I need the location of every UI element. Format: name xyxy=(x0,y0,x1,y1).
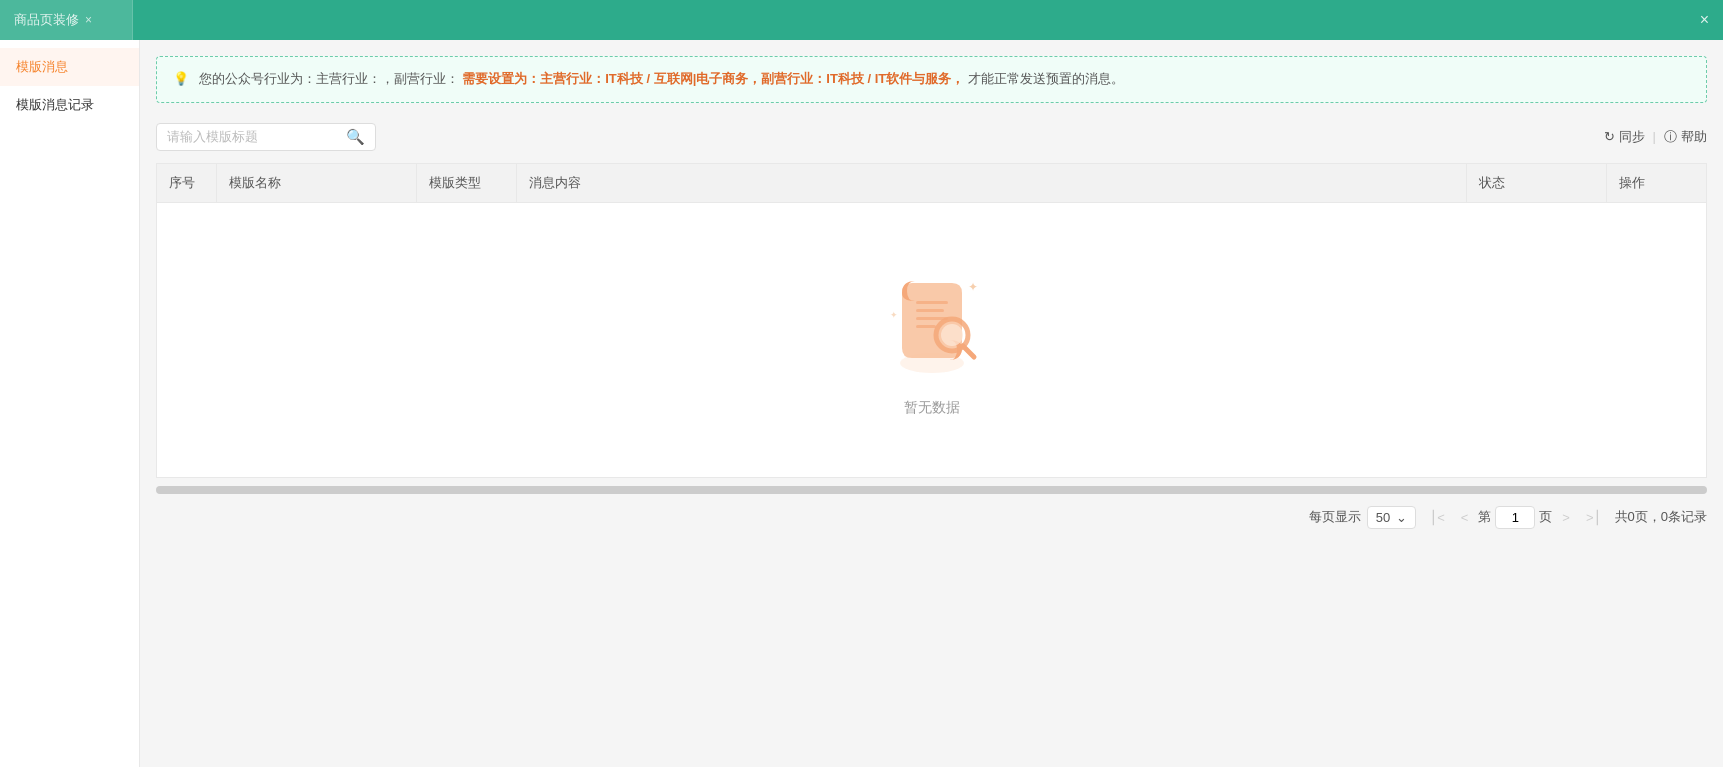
col-header-type: 模版类型 xyxy=(417,163,517,202)
help-icon: ⓘ xyxy=(1664,128,1677,146)
info-banner: 💡 您的公众号行业为：主营行业：，副营行业： 需要设置为：主营行业：IT科技 /… xyxy=(156,56,1707,103)
help-button[interactable]: ⓘ 帮助 xyxy=(1664,128,1707,146)
first-page-button[interactable]: ⎮< xyxy=(1424,508,1451,527)
empty-illustration: ✦ ✦ xyxy=(872,263,992,383)
nav-tab-product-decor[interactable]: 商品页装修 × xyxy=(0,0,133,40)
search-bar: 🔍 ↻ 同步 | ⓘ 帮助 xyxy=(156,123,1707,151)
page-size-value: 50 xyxy=(1376,510,1390,525)
page-size-label: 每页显示 xyxy=(1309,508,1361,526)
table-header: 序号模版名称模版类型消息内容状态操作 xyxy=(157,163,1707,202)
svg-text:✦: ✦ xyxy=(890,310,898,320)
close-all-button[interactable]: × xyxy=(1686,11,1723,29)
svg-rect-2 xyxy=(916,309,944,312)
page-total: 共0页，0条记录 xyxy=(1615,508,1707,526)
col-header-action: 操作 xyxy=(1607,163,1707,202)
svg-rect-1 xyxy=(916,301,948,304)
pagination: 每页显示 50 ⌄ ⎮< < 第 页 > >⎮ 共0页，0条记录 xyxy=(156,506,1707,529)
search-input[interactable] xyxy=(167,129,346,144)
svg-line-7 xyxy=(963,346,974,357)
page-nav: ⎮< < 第 页 > >⎮ xyxy=(1424,506,1606,529)
page-input-wrap: 第 页 xyxy=(1478,506,1552,529)
col-header-seq: 序号 xyxy=(157,163,217,202)
svg-rect-4 xyxy=(916,325,936,328)
sync-icon: ↻ xyxy=(1604,129,1615,144)
info-highlight: 需要设置为：主营行业：IT科技 / 互联网|电子商务，副营行业：IT科技 / I… xyxy=(462,71,964,86)
table-header-row: 序号模版名称模版类型消息内容状态操作 xyxy=(157,163,1707,202)
sidebar-item-template-msg-log[interactable]: 模版消息记录 xyxy=(0,86,139,124)
col-header-content: 消息内容 xyxy=(517,163,1467,202)
empty-state: ✦ ✦ 暂无数据 xyxy=(157,203,1706,477)
page-unit-label: 页 xyxy=(1539,508,1552,526)
sidebar: 模版消息模版消息记录 xyxy=(0,40,140,767)
bulb-icon: 💡 xyxy=(173,71,189,86)
table-body: ✦ ✦ 暂无数据 xyxy=(157,202,1707,477)
info-suffix: 才能正常发送预置的消息。 xyxy=(968,71,1124,86)
last-page-button[interactable]: >⎮ xyxy=(1580,508,1607,527)
main-layout: 模版消息模版消息记录 💡 您的公众号行业为：主营行业：，副营行业： 需要设置为：… xyxy=(0,40,1723,767)
empty-row: ✦ ✦ 暂无数据 xyxy=(157,202,1707,477)
nav-tabs-container: 首页微商城店铺设置×商品分类设置×首页装修×商品页装修×店铺主题×开通公众号商城… xyxy=(0,0,133,40)
nav-tab-label-product-decor: 商品页装修 xyxy=(14,11,79,29)
page-size-select[interactable]: 50 ⌄ xyxy=(1367,506,1416,529)
col-header-status: 状态 xyxy=(1467,163,1607,202)
sync-label: 同步 xyxy=(1619,128,1645,146)
data-table: 序号模版名称模版类型消息内容状态操作 xyxy=(156,163,1707,478)
prev-page-button[interactable]: < xyxy=(1455,508,1475,527)
svg-text:✦: ✦ xyxy=(968,280,978,294)
info-prefix: 您的公众号行业为：主营行业：，副营行业： xyxy=(199,71,459,86)
empty-text: 暂无数据 xyxy=(177,399,1686,417)
search-icon[interactable]: 🔍 xyxy=(346,128,365,146)
chevron-down-icon: ⌄ xyxy=(1396,510,1407,525)
svg-point-6 xyxy=(941,324,963,346)
col-header-name: 模版名称 xyxy=(217,163,417,202)
help-label: 帮助 xyxy=(1681,128,1707,146)
content-area: 💡 您的公众号行业为：主营行业：，副营行业： 需要设置为：主营行业：IT科技 /… xyxy=(140,40,1723,767)
page-number-input[interactable] xyxy=(1495,506,1535,529)
horizontal-scrollbar[interactable] xyxy=(156,486,1707,494)
page-size-wrap: 每页显示 50 ⌄ xyxy=(1309,506,1416,529)
nav-tab-close-product-decor[interactable]: × xyxy=(85,13,92,27)
page-di-label: 第 xyxy=(1478,508,1491,526)
sidebar-item-template-msg[interactable]: 模版消息 xyxy=(0,48,139,86)
sidebar-items-container: 模版消息模版消息记录 xyxy=(0,48,139,124)
search-input-wrap[interactable]: 🔍 xyxy=(156,123,376,151)
sync-button[interactable]: ↻ 同步 xyxy=(1604,128,1645,146)
toolbar-divider: | xyxy=(1653,129,1656,144)
next-page-button[interactable]: > xyxy=(1556,508,1576,527)
top-nav: 首页微商城店铺设置×商品分类设置×首页装修×商品页装修×店铺主题×开通公众号商城… xyxy=(0,0,1723,40)
toolbar-right: ↻ 同步 | ⓘ 帮助 xyxy=(1604,128,1707,146)
